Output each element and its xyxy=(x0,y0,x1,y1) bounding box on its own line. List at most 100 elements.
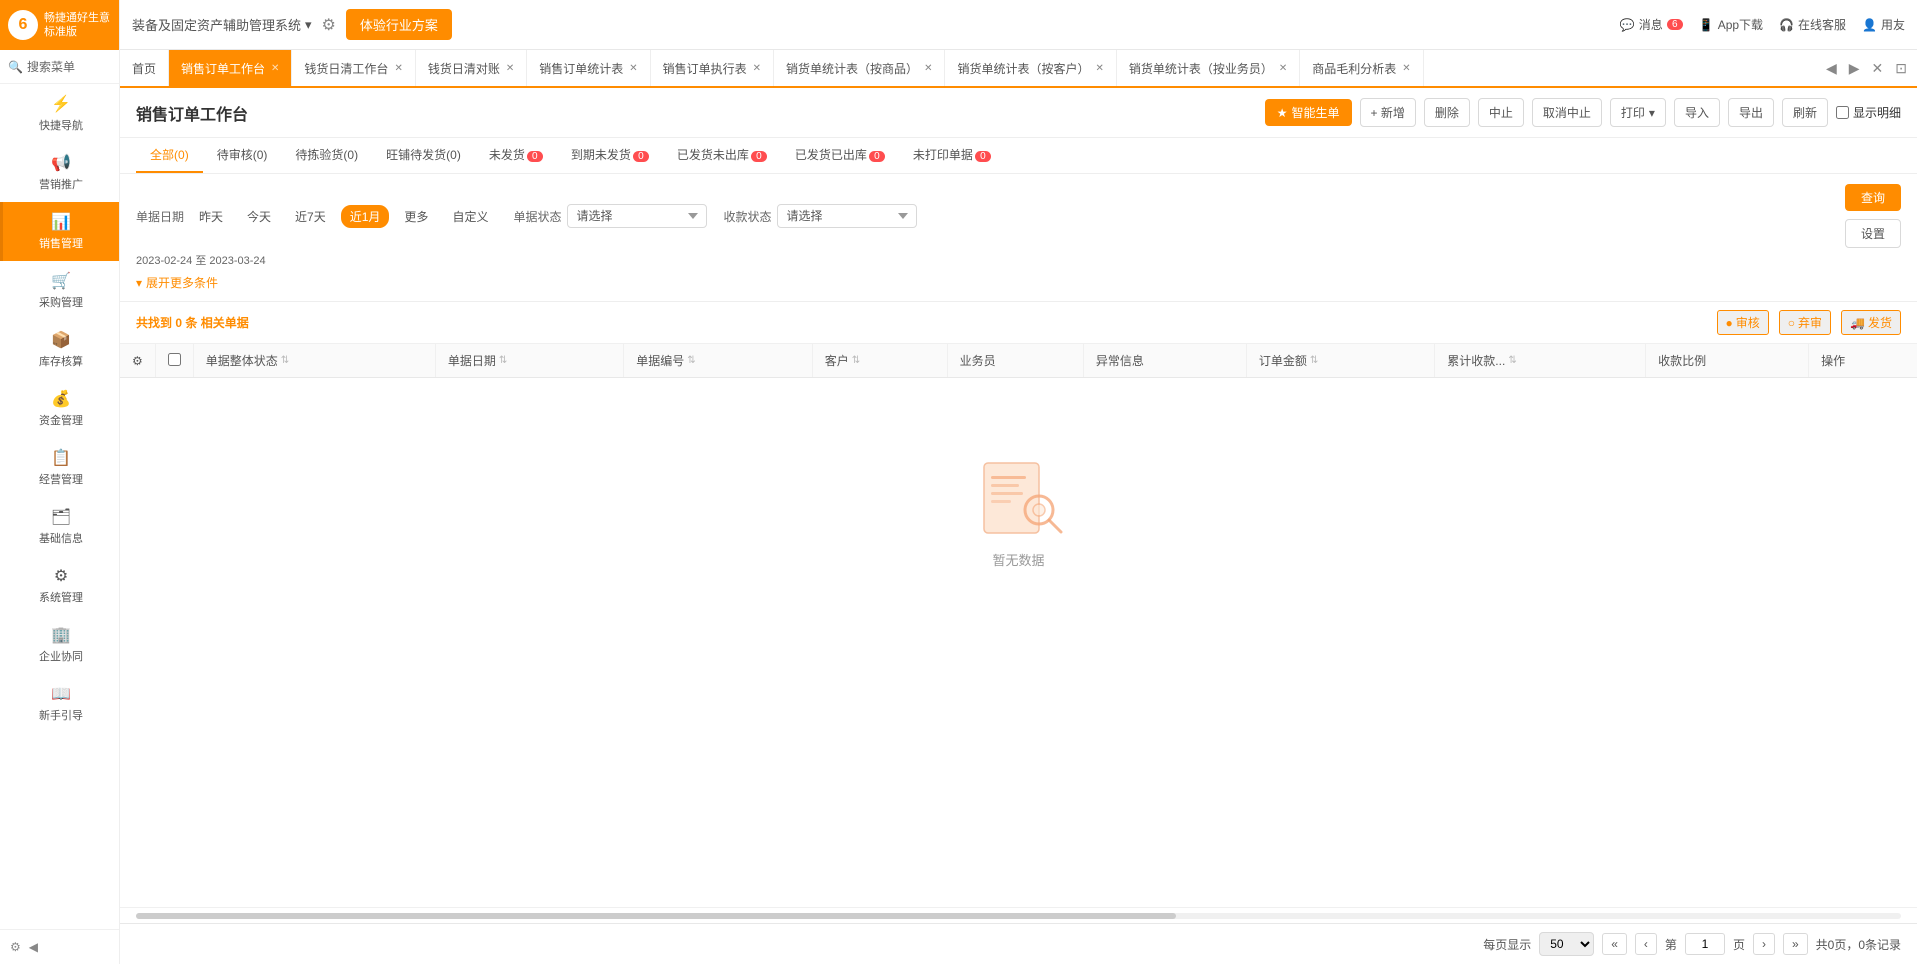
message-button[interactable]: 💬 消息 6 xyxy=(1620,16,1683,33)
date-btn-7days[interactable]: 近7天 xyxy=(286,205,335,228)
total-records-label: 共0页，0条记录 xyxy=(1816,936,1901,953)
sort-icon[interactable]: ⇅ xyxy=(1508,355,1516,366)
sidebar-item-corp[interactable]: 🏢 企业协同 xyxy=(0,615,119,674)
query-button[interactable]: 查询 xyxy=(1845,184,1901,211)
date-btn-1month[interactable]: 近1月 xyxy=(341,205,390,228)
th-settings[interactable]: ⚙ xyxy=(120,344,155,378)
import-button[interactable]: 导入 xyxy=(1674,98,1720,127)
tab-close-all-icon[interactable]: ✕ xyxy=(1868,58,1888,79)
select-all-checkbox[interactable] xyxy=(168,353,181,366)
tab-close-icon[interactable]: ✕ xyxy=(629,63,637,74)
subtab-wangpu-ship[interactable]: 旺铺待发货(0) xyxy=(372,138,475,173)
sidebar-item-finance[interactable]: 💰 资金管理 xyxy=(0,379,119,438)
subtab-all[interactable]: 全部(0) xyxy=(136,138,203,173)
tab-home[interactable]: 首页 xyxy=(120,50,169,86)
sort-icon[interactable]: ⇅ xyxy=(1310,355,1318,366)
tab-sales-summary-customer[interactable]: 销货单统计表（按客户） ✕ xyxy=(945,50,1116,86)
tab-close-icon[interactable]: ✕ xyxy=(1402,63,1410,74)
date-btn-yesterday[interactable]: 昨天 xyxy=(190,205,232,228)
collapse-icon[interactable]: ◀ xyxy=(29,940,38,954)
refresh-button[interactable]: 刷新 xyxy=(1782,98,1828,127)
sidebar-item-operation[interactable]: 📋 经营管理 xyxy=(0,438,119,497)
app-download-button[interactable]: 📱 App下载 xyxy=(1699,16,1763,33)
prev-page-button[interactable]: ‹ xyxy=(1635,933,1657,955)
delete-button[interactable]: 删除 xyxy=(1424,98,1470,127)
per-page-select[interactable]: 20 50 100 xyxy=(1539,932,1594,956)
sidebar-item-purchase[interactable]: 🛒 采购管理 xyxy=(0,261,119,320)
tab-menu-icon[interactable]: ⊡ xyxy=(1891,58,1911,79)
sidebar-search[interactable]: 🔍 搜索菜单 xyxy=(0,50,119,84)
filter-payment-select[interactable]: 请选择 xyxy=(777,204,917,228)
topbar-settings-icon[interactable]: ⚙ xyxy=(322,15,336,35)
tab-sales-order[interactable]: 销售订单工作台 ✕ xyxy=(169,50,292,86)
sidebar-item-marketing[interactable]: 📢 营销推广 xyxy=(0,143,119,202)
sort-icon[interactable]: ⇅ xyxy=(687,355,695,366)
filter-row-1: 单据日期 昨天 今天 近7天 近1月 更多 自定义 单据状态 请选择 xyxy=(136,184,1901,248)
first-page-button[interactable]: « xyxy=(1602,933,1627,955)
tab-scroll-right-icon[interactable]: ▶ xyxy=(1845,58,1864,79)
last-page-button[interactable]: » xyxy=(1783,933,1808,955)
tab-close-icon[interactable]: ✕ xyxy=(506,63,514,74)
tab-product-margin[interactable]: 商品毛利分析表 ✕ xyxy=(1300,50,1423,86)
tab-sales-summary-staff[interactable]: 销货单统计表（按业务员） ✕ xyxy=(1117,50,1300,86)
scroll-track[interactable] xyxy=(136,913,1901,919)
sort-icon[interactable]: ⇅ xyxy=(499,355,507,366)
tab-scroll-left-icon[interactable]: ◀ xyxy=(1822,58,1841,79)
system-title-dropdown[interactable]: 装备及固定资产辅助管理系统 ▾ xyxy=(132,15,312,34)
page-input[interactable] xyxy=(1685,933,1725,955)
review-button[interactable]: ● 审核 xyxy=(1717,310,1769,335)
th-checkbox[interactable] xyxy=(155,344,193,378)
filter-expand-row: ▾ 展开更多条件 xyxy=(136,274,1901,291)
finance-icon: 💰 xyxy=(51,389,71,409)
industry-solution-button[interactable]: 体验行业方案 xyxy=(346,9,452,40)
online-service-button[interactable]: 🎧 在线客服 xyxy=(1779,16,1846,33)
date-btn-today[interactable]: 今天 xyxy=(238,205,280,228)
expand-filter-button[interactable]: ▾ 展开更多条件 xyxy=(136,274,218,291)
sidebar-item-sales[interactable]: 📊 销售管理 xyxy=(0,202,119,261)
tab-cash-reconcile[interactable]: 钱货日清对账 ✕ xyxy=(416,50,527,86)
next-page-button[interactable]: › xyxy=(1753,933,1775,955)
subtab-pending-review[interactable]: 待审核(0) xyxy=(203,138,282,173)
sidebar-item-inventory[interactable]: 📦 库存核算 xyxy=(0,320,119,379)
tab-close-icon[interactable]: ✕ xyxy=(1279,63,1287,74)
sidebar-item-system[interactable]: ⚙ 系统管理 xyxy=(0,556,119,615)
th-status: 单据整体状态 ⇅ xyxy=(193,344,435,378)
tab-close-icon[interactable]: ✕ xyxy=(1095,63,1103,74)
add-button[interactable]: + 新增 xyxy=(1360,98,1416,127)
tab-close-icon[interactable]: ✕ xyxy=(924,63,932,74)
tab-cash-daily[interactable]: 钱货日清工作台 ✕ xyxy=(292,50,415,86)
sidebar-item-quick-nav[interactable]: ⚡ 快捷导航 xyxy=(0,84,119,143)
user-menu[interactable]: 👤 用友 xyxy=(1862,16,1905,33)
subtab-overdue-ship[interactable]: 到期未发货0 xyxy=(557,138,663,173)
cancel-stop-button[interactable]: 取消中止 xyxy=(1532,98,1602,127)
subtab-shipped-out[interactable]: 已发货已出库0 xyxy=(781,138,899,173)
subtab-pending-check[interactable]: 待拣验货(0) xyxy=(281,138,372,173)
filter-status-select[interactable]: 请选择 xyxy=(567,204,707,228)
date-btn-more[interactable]: 更多 xyxy=(395,205,437,228)
tab-sales-summary-goods[interactable]: 销货单统计表（按商品） ✕ xyxy=(774,50,945,86)
sort-icon[interactable]: ⇅ xyxy=(852,355,860,366)
sort-icon[interactable]: ⇅ xyxy=(281,355,289,366)
sidebar-item-basic[interactable]: 🗂 基础信息 xyxy=(0,497,119,556)
date-btn-custom[interactable]: 自定义 xyxy=(443,205,497,228)
tab-sales-exec[interactable]: 销售订单执行表 ✕ xyxy=(651,50,774,86)
filter-setting-button[interactable]: 设置 xyxy=(1845,219,1901,248)
export-button[interactable]: 导出 xyxy=(1728,98,1774,127)
subtab-not-printed[interactable]: 未打印单据0 xyxy=(899,138,1005,173)
tab-close-icon[interactable]: ✕ xyxy=(394,63,402,74)
settings-gear-icon[interactable]: ⚙ xyxy=(10,940,21,954)
tab-close-icon[interactable]: ✕ xyxy=(271,63,279,74)
ship-button[interactable]: 🚚 发货 xyxy=(1841,310,1901,335)
tab-close-icon[interactable]: ✕ xyxy=(753,63,761,74)
subtab-not-shipped[interactable]: 未发货0 xyxy=(475,138,557,173)
smart-generate-button[interactable]: ★ 智能生单 xyxy=(1265,99,1352,126)
tab-sales-stat[interactable]: 销售订单统计表 ✕ xyxy=(527,50,650,86)
scroll-thumb[interactable] xyxy=(136,913,1176,919)
sidebar-item-guide[interactable]: 📖 新手引导 xyxy=(0,674,119,733)
abandon-review-button[interactable]: ○ 弃审 xyxy=(1779,310,1831,335)
show-detail-checkbox-label[interactable]: 显示明细 xyxy=(1836,104,1901,121)
print-button[interactable]: 打印 ▾ xyxy=(1610,98,1666,127)
stop-button[interactable]: 中止 xyxy=(1478,98,1524,127)
show-detail-checkbox[interactable] xyxy=(1836,106,1849,119)
subtab-shipped-not-out[interactable]: 已发货未出库0 xyxy=(663,138,781,173)
